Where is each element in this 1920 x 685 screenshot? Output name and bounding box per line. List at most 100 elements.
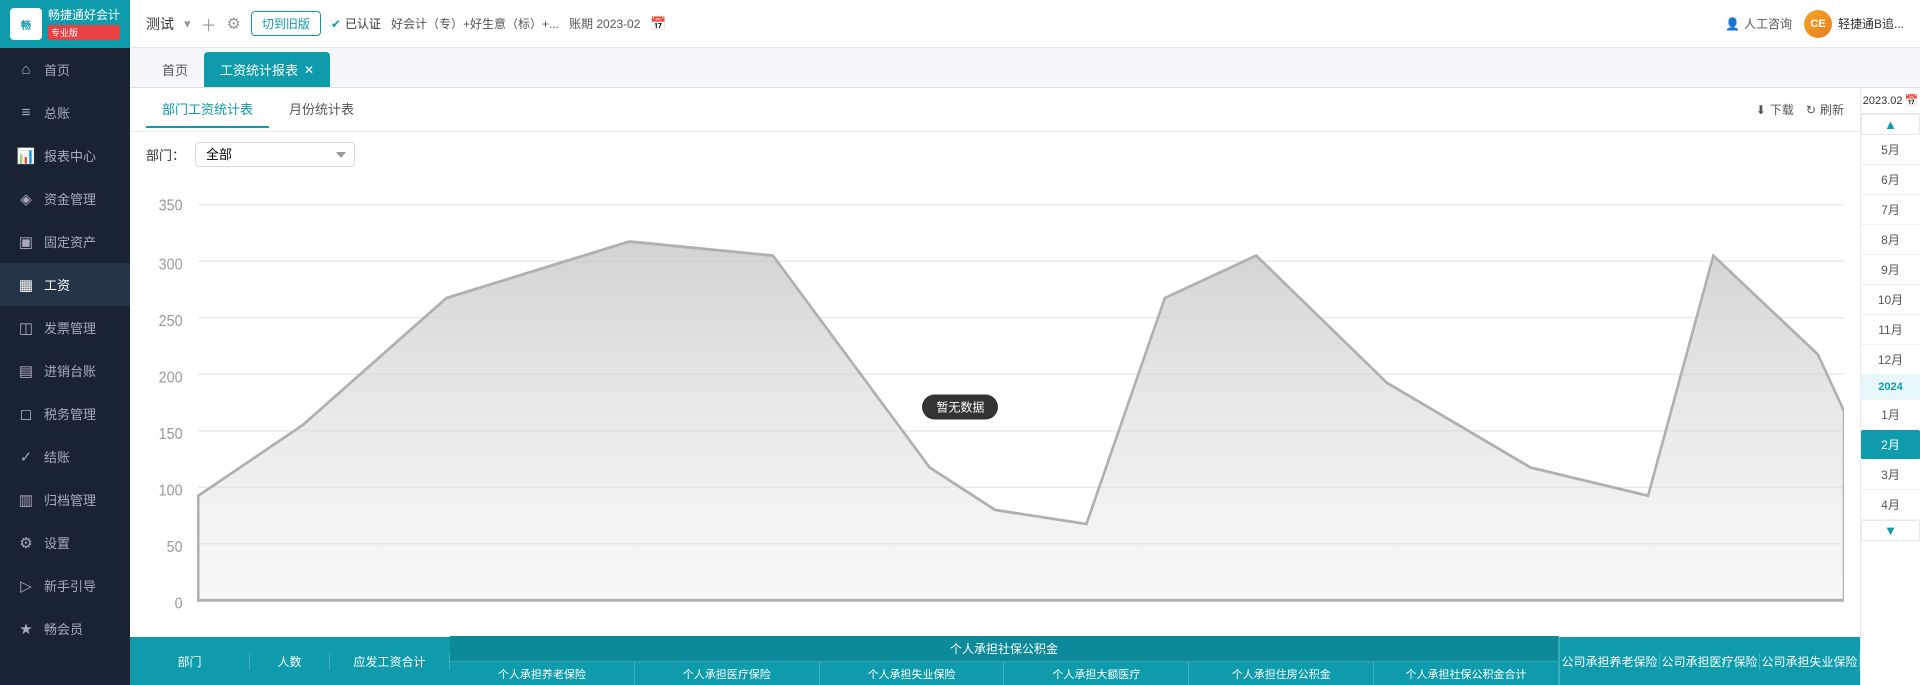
sidebar-item-reports[interactable]: 📊 报表中心	[0, 134, 130, 177]
group-sub-headers: 个人承担养老保险 个人承担医疗保险 个人承担失业保险 个人承担大额医疗 个人承担…	[450, 662, 1559, 685]
sub-col-total-insurance: 个人承担社保公积金合计	[1374, 662, 1559, 685]
sub-tabbar: 部门工资统计表 月份统计表 ⬇ 下载 ↻ 刷新	[130, 88, 1860, 132]
month-5[interactable]: 5月	[1861, 135, 1920, 165]
month-9[interactable]: 9月	[1861, 255, 1920, 285]
avatar: CE	[1804, 10, 1832, 38]
user-menu[interactable]: CE 轻捷通B追...	[1804, 10, 1904, 38]
month-8[interactable]: 8月	[1861, 225, 1920, 255]
current-period: 2023.02	[1863, 95, 1903, 107]
month-7[interactable]: 7月	[1861, 195, 1920, 225]
date-picker-header: 2023.02 📅	[1861, 88, 1920, 114]
svg-text:250: 250	[159, 313, 183, 331]
home-icon: ⌂	[16, 61, 36, 78]
sidebar: 畅 畅捷通好会计 专业版 ⌂ 首页 ≡ 总账 📊 报表中心 ◈ 资金管理 ▣ 固…	[0, 0, 130, 685]
invoice-icon: ◫	[16, 319, 36, 337]
member-icon: ★	[16, 620, 36, 638]
sub-col-pension: 个人承担养老保险	[450, 662, 635, 685]
check-icon: ✔	[331, 17, 341, 31]
sub-col-housing-fund: 个人承担住房公积金	[1189, 662, 1374, 685]
tab-salary-report[interactable]: 工资统计报表 ✕	[204, 52, 330, 87]
reports-icon: 📊	[16, 147, 36, 165]
col-company-unemployment: 公司承担失业保险	[1760, 653, 1860, 670]
sub-tab-monthly[interactable]: 月份统计表	[273, 91, 370, 128]
salary-icon: ▦	[16, 276, 36, 294]
sidebar-item-sales[interactable]: ▤ 进销台账	[0, 349, 130, 392]
month-2-current[interactable]: 2月	[1861, 430, 1920, 460]
content-area: 部门工资统计表 月份统计表 ⬇ 下载 ↻ 刷新 部门： 全部	[130, 88, 1920, 685]
date-picker-sidebar: 2023.02 📅 ▲ 5月 6月 7月 8月 9月 10月 11月 12月 2…	[1860, 88, 1920, 685]
cert-badge: ✔ 已认证	[331, 15, 381, 32]
sidebar-item-tax[interactable]: ◻ 税务管理	[0, 392, 130, 435]
sub-col-medical: 个人承担医疗保险	[635, 662, 820, 685]
tax-icon: ◻	[16, 405, 36, 423]
logo-badge: 专业版	[48, 25, 120, 40]
svg-text:100: 100	[159, 482, 183, 500]
sidebar-item-home[interactable]: ⌂ 首页	[0, 48, 130, 91]
main-panel: 部门工资统计表 月份统计表 ⬇ 下载 ↻ 刷新 部门： 全部	[130, 88, 1860, 685]
topbar-right: 👤 人工咨询 CE 轻捷通B追...	[1725, 10, 1904, 38]
scroll-down-arrow[interactable]: ▼	[1861, 520, 1920, 541]
svg-text:150: 150	[159, 426, 183, 444]
download-icon: ⬇	[1756, 103, 1766, 117]
svg-text:50: 50	[167, 539, 183, 557]
sub-tab-actions: ⬇ 下载 ↻ 刷新	[1756, 101, 1844, 118]
settlement-icon: ✓	[16, 448, 36, 466]
settings-button[interactable]: ⚙	[227, 14, 241, 34]
chart-area: 350 300 250 200 150 100 50 0	[130, 177, 1860, 637]
add-button[interactable]: ＋	[201, 12, 217, 36]
filter-bar: 部门： 全部 部门1 部门2	[130, 132, 1860, 177]
department-select[interactable]: 全部 部门1 部门2	[195, 142, 355, 167]
sidebar-logo: 畅 畅捷通好会计 专业版	[0, 0, 130, 48]
month-4[interactable]: 4月	[1861, 490, 1920, 520]
consult-icon: 👤	[1725, 17, 1740, 31]
sidebar-item-salary[interactable]: ▦ 工资	[0, 263, 130, 306]
sidebar-item-invoice[interactable]: ◫ 发票管理	[0, 306, 130, 349]
month-6[interactable]: 6月	[1861, 165, 1920, 195]
user-name: 轻捷通B追...	[1838, 15, 1904, 32]
company-dropdown-icon[interactable]: ▾	[184, 16, 191, 32]
svg-text:0: 0	[175, 595, 183, 613]
consult-button[interactable]: 👤 人工咨询	[1725, 15, 1792, 32]
month-1[interactable]: 1月	[1861, 400, 1920, 430]
sidebar-item-member[interactable]: ★ 畅会员	[0, 607, 130, 650]
sales-icon: ▤	[16, 362, 36, 380]
group-header-personal-insurance: 个人承担社保公积金	[450, 636, 1559, 662]
sidebar-item-funds[interactable]: ◈ 资金管理	[0, 177, 130, 220]
logo-title: 畅捷通好会计	[48, 8, 120, 24]
tab-home[interactable]: 首页	[146, 52, 204, 87]
year-2025: 2024	[1861, 375, 1920, 400]
tab-close-icon[interactable]: ✕	[304, 63, 314, 77]
archive-icon: ▥	[16, 491, 36, 509]
sidebar-item-assets[interactable]: ▣ 固定资产	[0, 220, 130, 263]
sidebar-item-guide[interactable]: ▷ 新手引导	[0, 564, 130, 607]
sidebar-item-settings[interactable]: ⚙ 设置	[0, 521, 130, 564]
month-11[interactable]: 11月	[1861, 315, 1920, 345]
main-area: 测试 ▾ ＋ ⚙ 切到旧版 ✔ 已认证 好会计（专）+好生意（标）+... 账期…	[130, 0, 1920, 685]
month-10[interactable]: 10月	[1861, 285, 1920, 315]
sidebar-item-ledger[interactable]: ≡ 总账	[0, 91, 130, 134]
month-12[interactable]: 12月	[1861, 345, 1920, 375]
table-footer: 部门 人数 应发工资合计 个人承担社保公积金 个人承担养老保险 个人承担医疗保险…	[130, 637, 1860, 685]
svg-text:300: 300	[159, 256, 183, 274]
sidebar-item-archive[interactable]: ▥ 归档管理	[0, 478, 130, 521]
logo-icon: 畅	[10, 8, 42, 40]
refresh-button[interactable]: ↻ 刷新	[1806, 101, 1844, 118]
month-3[interactable]: 3月	[1861, 460, 1920, 490]
col-company-pension: 公司承担养老保险	[1560, 653, 1660, 670]
col-total-salary: 应发工资合计	[330, 653, 450, 670]
ledger-icon: ≡	[16, 104, 36, 121]
svg-text:200: 200	[159, 369, 183, 387]
calendar-icon[interactable]: 📅	[650, 16, 666, 32]
refresh-label: 刷新	[1820, 101, 1844, 118]
sidebar-item-settlement[interactable]: ✓ 结账	[0, 435, 130, 478]
guide-icon: ▷	[16, 577, 36, 595]
sub-tab-dept[interactable]: 部门工资统计表	[146, 91, 269, 128]
col-company-medical: 公司承担医疗保险	[1660, 653, 1760, 670]
scroll-up-arrow[interactable]: ▲	[1861, 114, 1920, 135]
svg-text:350: 350	[159, 197, 183, 215]
switch-to-old-button[interactable]: 切到旧版	[251, 11, 321, 36]
col-count: 人数	[250, 653, 330, 670]
refresh-icon: ↻	[1806, 103, 1816, 117]
cert-label: 已认证	[345, 15, 381, 32]
download-button[interactable]: ⬇ 下载	[1756, 101, 1794, 118]
